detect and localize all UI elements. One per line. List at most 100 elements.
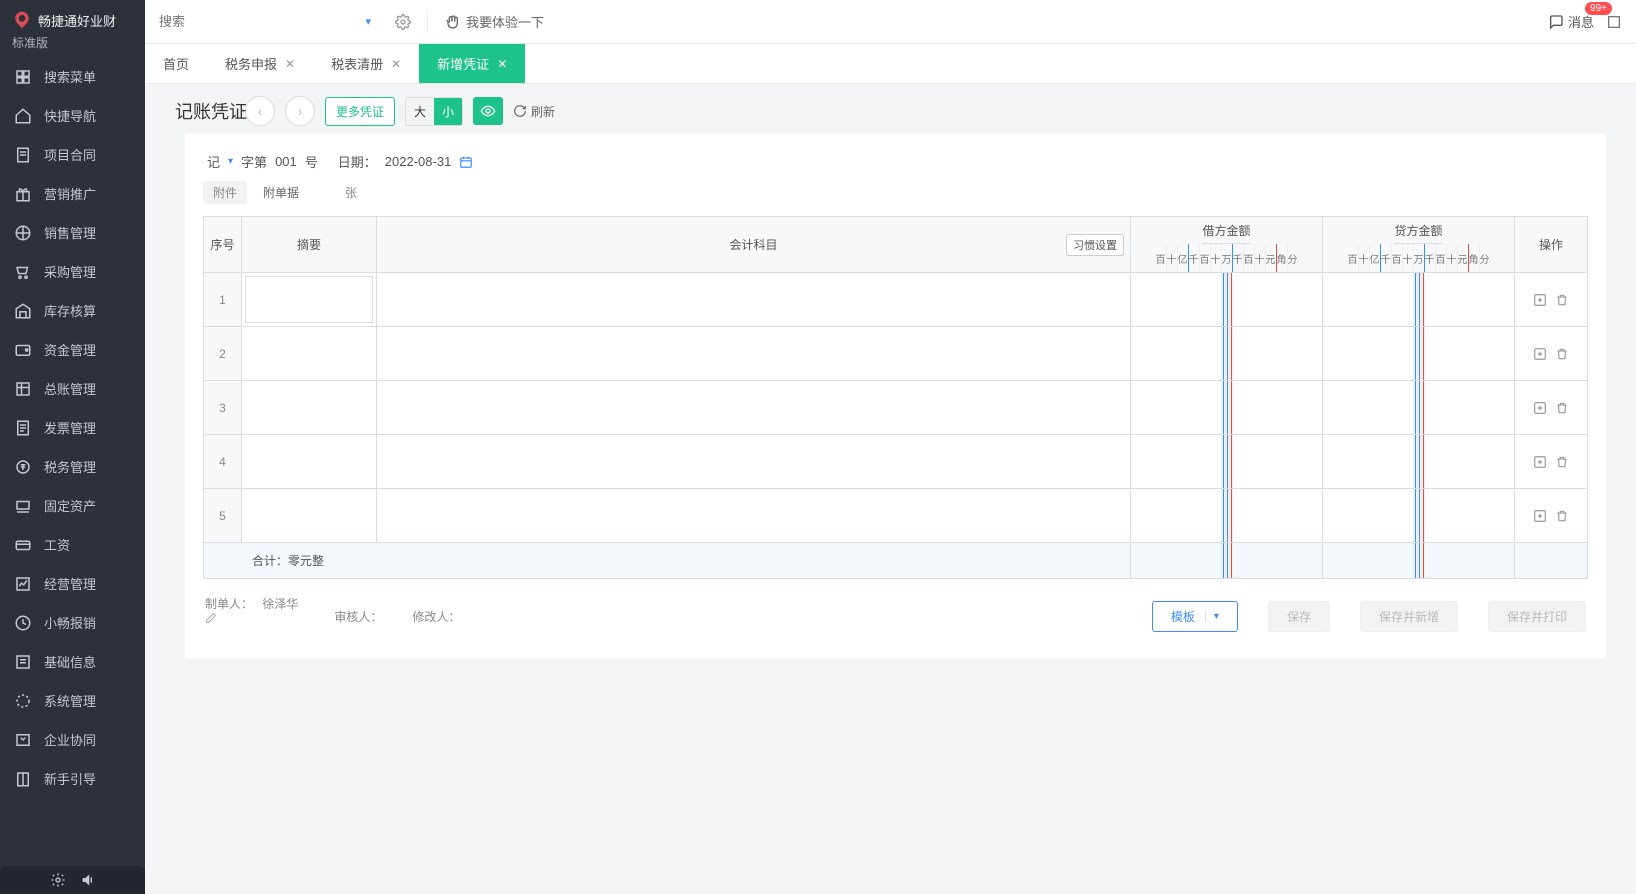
delete-row-icon[interactable] <box>1555 509 1569 523</box>
expand-icon[interactable] <box>1606 14 1622 30</box>
calendar-icon[interactable] <box>459 155 473 169</box>
summary-cell[interactable] <box>242 489 377 542</box>
sound-icon[interactable] <box>80 872 96 888</box>
sidebar-item-tax[interactable]: 税务管理 <box>0 447 145 486</box>
sidebar-item-invoice[interactable]: 发票管理 <box>0 408 145 447</box>
tab-tax-list[interactable]: 税表清册✕ <box>313 44 419 83</box>
edit-icon[interactable] <box>205 612 304 624</box>
sidebar-item-basic[interactable]: 基础信息 <box>0 642 145 681</box>
table-row: 2 <box>204 326 1587 380</box>
save-new-button[interactable]: 保存并新增 <box>1360 601 1458 632</box>
subject-cell[interactable] <box>377 327 1131 380</box>
sidebar-item-operation[interactable]: 经营管理 <box>0 564 145 603</box>
sidebar-item-salary[interactable]: 工资 <box>0 525 145 564</box>
close-icon[interactable]: ✕ <box>285 57 295 71</box>
delete-row-icon[interactable] <box>1555 347 1569 361</box>
more-vouchers-button[interactable]: 更多凭证 <box>325 97 395 126</box>
sidebar-item-purchase[interactable]: 采购管理 <box>0 252 145 291</box>
add-row-icon[interactable] <box>1533 509 1547 523</box>
sidebar-item-quick-nav[interactable]: 快捷导航 <box>0 96 145 135</box>
summary-input[interactable] <box>245 384 373 431</box>
gear-icon[interactable] <box>395 14 411 30</box>
credit-cell[interactable] <box>1323 435 1515 488</box>
sidebar-item-collab[interactable]: 企业协同 <box>0 720 145 759</box>
gift-icon <box>14 185 32 203</box>
global-search[interactable]: ▾ <box>159 14 379 30</box>
subject-cell[interactable] <box>377 273 1131 326</box>
tab-new-voucher[interactable]: 新增凭证✕ <box>419 44 525 83</box>
prev-voucher-button[interactable]: ‹ <box>245 96 275 126</box>
size-small-button[interactable]: 小 <box>434 98 462 125</box>
debit-cell[interactable] <box>1131 435 1323 488</box>
delete-row-icon[interactable] <box>1555 293 1569 307</box>
tab-tax-declare[interactable]: 税务申报✕ <box>207 44 313 83</box>
debit-cell[interactable] <box>1131 489 1323 542</box>
attachment-tab[interactable]: 附件 <box>203 181 247 204</box>
delete-row-icon[interactable] <box>1555 401 1569 415</box>
subject-cell[interactable] <box>377 489 1131 542</box>
summary-input[interactable] <box>245 492 373 539</box>
th-subject: 会计科目 习惯设置 <box>377 217 1131 272</box>
sidebar-item-search[interactable]: 搜索菜单 <box>0 57 145 96</box>
messages-button[interactable]: 消息 99+ <box>1548 12 1594 31</box>
sidebar-item-assets[interactable]: 固定资产 <box>0 486 145 525</box>
summary-cell[interactable] <box>242 327 377 380</box>
voucher-date[interactable]: 2022-08-31 <box>385 154 452 169</box>
credit-cell[interactable] <box>1323 327 1515 380</box>
summary-input[interactable] <box>245 276 373 323</box>
table-row: 5 <box>204 488 1587 542</box>
add-row-icon[interactable] <box>1533 293 1547 307</box>
sidebar-item-project[interactable]: 项目合同 <box>0 135 145 174</box>
close-icon[interactable]: ✕ <box>497 57 507 71</box>
sidebar-item-ledger[interactable]: 总账管理 <box>0 369 145 408</box>
subject-cell[interactable] <box>377 435 1131 488</box>
chevron-down-icon[interactable]: ▾ <box>365 15 371 28</box>
delete-row-icon[interactable] <box>1555 455 1569 469</box>
next-voucher-button[interactable]: › <box>285 96 315 126</box>
add-row-icon[interactable] <box>1533 401 1547 415</box>
credit-cell[interactable] <box>1323 489 1515 542</box>
summary-input[interactable] <box>245 330 373 377</box>
experience-link[interactable]: 我要体验一下 <box>444 12 544 31</box>
debit-cell[interactable] <box>1131 273 1323 326</box>
voucher-type-select[interactable]: 记▾ <box>207 152 233 171</box>
tab-home[interactable]: 首页 <box>145 44 207 83</box>
search-input[interactable] <box>159 14 365 29</box>
add-row-icon[interactable] <box>1533 347 1547 361</box>
debit-cell[interactable] <box>1131 327 1323 380</box>
refresh-button[interactable]: 刷新 <box>513 103 555 120</box>
chevron-down-icon[interactable]: ▾ <box>1205 611 1219 622</box>
close-icon[interactable]: ✕ <box>391 57 401 71</box>
settings-icon[interactable] <box>50 872 66 888</box>
sidebar-item-expense[interactable]: 小畅报销 <box>0 603 145 642</box>
subject-cell[interactable] <box>377 381 1131 434</box>
template-button[interactable]: 模板 ▾ <box>1152 601 1238 632</box>
voucher-no[interactable]: 001 <box>275 154 297 169</box>
size-big-button[interactable]: 大 <box>406 98 434 125</box>
divider <box>427 10 428 34</box>
sidebar-item-guide[interactable]: 新手引导 <box>0 759 145 798</box>
summary-cell[interactable] <box>242 273 377 326</box>
save-print-button[interactable]: 保存并打印 <box>1488 601 1586 632</box>
debit-cell[interactable] <box>1131 381 1323 434</box>
preview-button[interactable] <box>473 97 503 125</box>
summary-cell[interactable] <box>242 381 377 434</box>
voucher-toolbar: 记账凭证 ‹ › 更多凭证 大 小 刷新 <box>175 96 1606 126</box>
sidebar-item-system[interactable]: 系统管理 <box>0 681 145 720</box>
credit-cell[interactable] <box>1323 381 1515 434</box>
row-seq: 1 <box>204 273 242 326</box>
add-row-icon[interactable] <box>1533 455 1547 469</box>
attach-unit: 张 <box>345 184 357 201</box>
save-button[interactable]: 保存 <box>1268 601 1330 632</box>
credit-cell[interactable] <box>1323 273 1515 326</box>
table-row: 4 <box>204 434 1587 488</box>
sidebar-item-sales[interactable]: 销售管理 <box>0 213 145 252</box>
sidebar-item-inventory[interactable]: 库存核算 <box>0 291 145 330</box>
sidebar-item-marketing[interactable]: 营销推广 <box>0 174 145 213</box>
topbar: ▾ 我要体验一下 消息 99+ <box>145 0 1636 44</box>
sidebar-item-funds[interactable]: 资金管理 <box>0 330 145 369</box>
summary-cell[interactable] <box>242 435 377 488</box>
summary-input[interactable] <box>245 438 373 485</box>
habit-settings-button[interactable]: 习惯设置 <box>1066 234 1124 256</box>
size-toggle: 大 小 <box>405 97 463 126</box>
